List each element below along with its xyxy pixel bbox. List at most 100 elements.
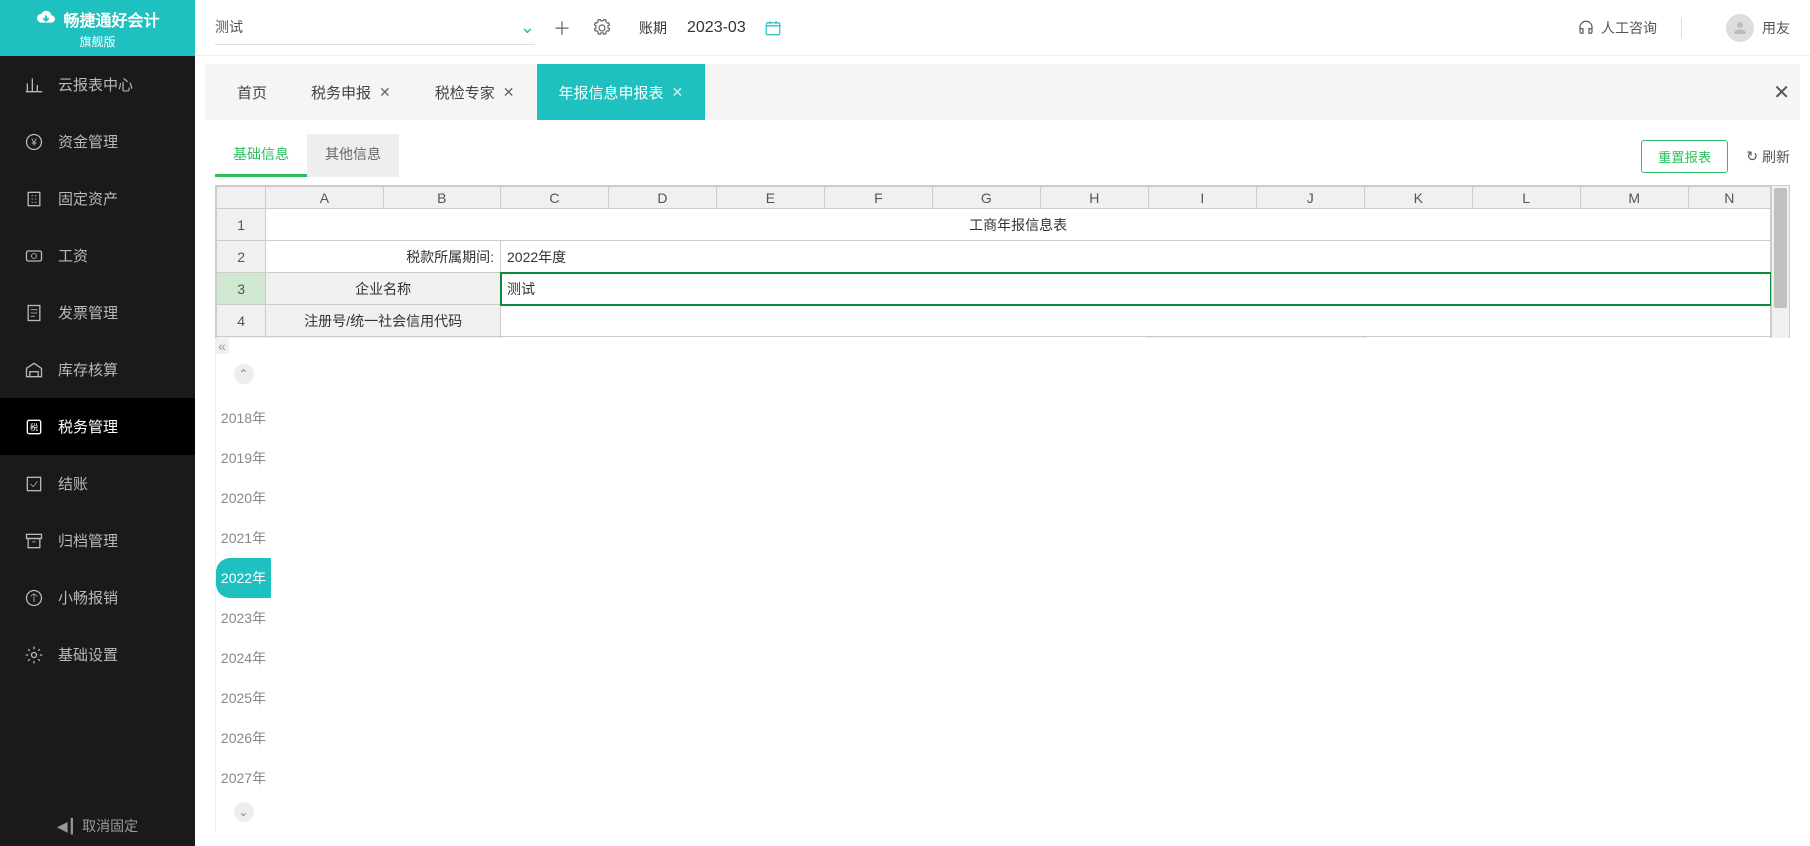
tab-3[interactable]: 年报信息申报表✕: [537, 64, 706, 120]
year-2023[interactable]: 2023年: [216, 598, 271, 638]
avatar: [1726, 14, 1754, 42]
tab-close-icon[interactable]: ✕: [503, 84, 515, 101]
scroll-thumb[interactable]: [1774, 188, 1787, 308]
col-head[interactable]: C: [501, 187, 609, 209]
add-button[interactable]: ＋: [549, 11, 575, 45]
col-head[interactable]: E: [716, 187, 824, 209]
period-label: 账期: [639, 18, 667, 38]
sidebar-item-9[interactable]: 小畅报销: [0, 569, 195, 626]
subtab-1[interactable]: 其他信息: [307, 134, 399, 177]
collapse-year-panel[interactable]: «: [215, 338, 229, 354]
row-head[interactable]: 4: [217, 305, 266, 337]
username: 用友: [1762, 18, 1790, 38]
tax-icon: 税: [24, 417, 44, 437]
archive-icon: [24, 531, 44, 551]
col-head[interactable]: F: [824, 187, 932, 209]
sidebar-item-4[interactable]: 发票管理: [0, 284, 195, 341]
col-head[interactable]: M: [1580, 187, 1688, 209]
tab-2[interactable]: 税检专家✕: [413, 64, 537, 120]
sidebar: 畅捷通好会计 旗舰版 云报表中心¥资金管理固定资产工资发票管理库存核算税税务管理…: [0, 0, 195, 846]
salary-icon: [24, 246, 44, 266]
cell-label[interactable]: 税款所属期间:: [266, 241, 501, 273]
year-2020[interactable]: 2020年: [216, 478, 271, 518]
year-strip: ⌃ 2018年2019年2020年2021年2022年2023年2024年202…: [215, 354, 271, 832]
user-menu[interactable]: 用友: [1726, 14, 1790, 42]
building-icon: [24, 189, 44, 209]
logo: 畅捷通好会计 旗舰版: [0, 0, 195, 56]
cell-selected[interactable]: 测试: [501, 273, 1771, 305]
year-2021[interactable]: 2021年: [216, 518, 271, 558]
scroll-up-icon[interactable]: ⌃: [234, 364, 254, 384]
col-head[interactable]: L: [1472, 187, 1580, 209]
col-head[interactable]: J: [1256, 187, 1364, 209]
row-head[interactable]: 2: [217, 241, 266, 273]
topbar: 测试 ⌄ ＋ 账期 2023-03 人工咨询: [195, 0, 1810, 56]
sidebar-item-2[interactable]: 固定资产: [0, 170, 195, 227]
year-2018[interactable]: 2018年: [216, 398, 271, 438]
year-2019[interactable]: 2019年: [216, 438, 271, 478]
col-head[interactable]: G: [932, 187, 1040, 209]
closebook-icon: [24, 474, 44, 494]
cell[interactable]: [1364, 337, 1770, 339]
reset-button[interactable]: 重置报表: [1641, 140, 1728, 173]
sidebar-item-1[interactable]: ¥资金管理: [0, 113, 195, 170]
col-head[interactable]: B: [383, 187, 500, 209]
scroll-down-icon[interactable]: ⌄: [234, 802, 254, 822]
money-icon: ¥: [24, 132, 44, 152]
year-2022[interactable]: 2022年: [216, 558, 271, 598]
sidebar-item-7[interactable]: 结账: [0, 455, 195, 512]
cell[interactable]: [501, 305, 1771, 337]
tab-1[interactable]: 税务申报✕: [289, 64, 413, 120]
col-head[interactable]: H: [1040, 187, 1148, 209]
subtab-0[interactable]: 基础信息: [215, 134, 307, 177]
calendar-icon[interactable]: [760, 15, 786, 41]
year-2027[interactable]: 2027年: [216, 758, 271, 798]
col-head[interactable]: D: [608, 187, 716, 209]
sidebar-item-6[interactable]: 税税务管理: [0, 398, 195, 455]
col-head[interactable]: I: [1148, 187, 1256, 209]
brand-name: 畅捷通好会计: [63, 7, 159, 31]
company-selector[interactable]: 测试 ⌄: [215, 11, 535, 45]
row-head[interactable]: 1: [217, 209, 266, 241]
close-all-tabs[interactable]: ✕: [1773, 80, 1790, 105]
gear-icon[interactable]: [589, 15, 615, 41]
consult-link[interactable]: 人工咨询: [1577, 18, 1657, 38]
cell-value[interactable]: 2022年度: [501, 241, 1771, 273]
sidebar-unpin[interactable]: ◀┃ 取消固定: [0, 806, 195, 846]
year-2024[interactable]: 2024年: [216, 638, 271, 678]
cloud-icon: [35, 10, 57, 28]
tab-0[interactable]: 首页: [215, 64, 289, 120]
cell-label[interactable]: 企业电子邮箱: [1148, 337, 1364, 339]
col-head[interactable]: N: [1688, 187, 1770, 209]
tab-close-icon[interactable]: ✕: [379, 84, 391, 101]
sidebar-item-3[interactable]: 工资: [0, 227, 195, 284]
year-2026[interactable]: 2026年: [216, 718, 271, 758]
cell-label[interactable]: 企业联系电话: [266, 337, 501, 339]
sheet-corner[interactable]: [217, 187, 266, 209]
year-2025[interactable]: 2025年: [216, 678, 271, 718]
refresh-icon: ↻: [1746, 148, 1758, 165]
sidebar-item-10[interactable]: 基础设置: [0, 626, 195, 683]
row-head[interactable]: 3: [217, 273, 266, 305]
sidebar-item-8[interactable]: 归档管理: [0, 512, 195, 569]
row-head[interactable]: 5: [217, 337, 266, 339]
chart-icon: [24, 75, 44, 95]
pin-icon: ◀┃: [57, 818, 76, 835]
chevron-down-icon: ⌄: [520, 17, 535, 38]
cell[interactable]: [501, 337, 1149, 339]
cell-label[interactable]: 注册号/统一社会信用代码: [266, 305, 501, 337]
spreadsheet[interactable]: A B C D E F G H I J K L: [216, 186, 1771, 338]
tab-close-icon[interactable]: ✕: [672, 84, 684, 101]
warehouse-icon: [24, 360, 44, 380]
refresh-button[interactable]: ↻ 刷新: [1746, 147, 1790, 167]
col-head[interactable]: A: [266, 187, 383, 209]
cell-label[interactable]: 企业名称: [266, 273, 501, 305]
col-head[interactable]: K: [1364, 187, 1472, 209]
svg-text:税: 税: [30, 422, 39, 432]
vertical-scrollbar[interactable]: [1771, 186, 1789, 338]
settings-icon: [24, 645, 44, 665]
reimburse-icon: [24, 588, 44, 608]
sidebar-item-5[interactable]: 库存核算: [0, 341, 195, 398]
sidebar-item-0[interactable]: 云报表中心: [0, 56, 195, 113]
sheet-title[interactable]: 工商年报信息表: [266, 209, 1771, 241]
